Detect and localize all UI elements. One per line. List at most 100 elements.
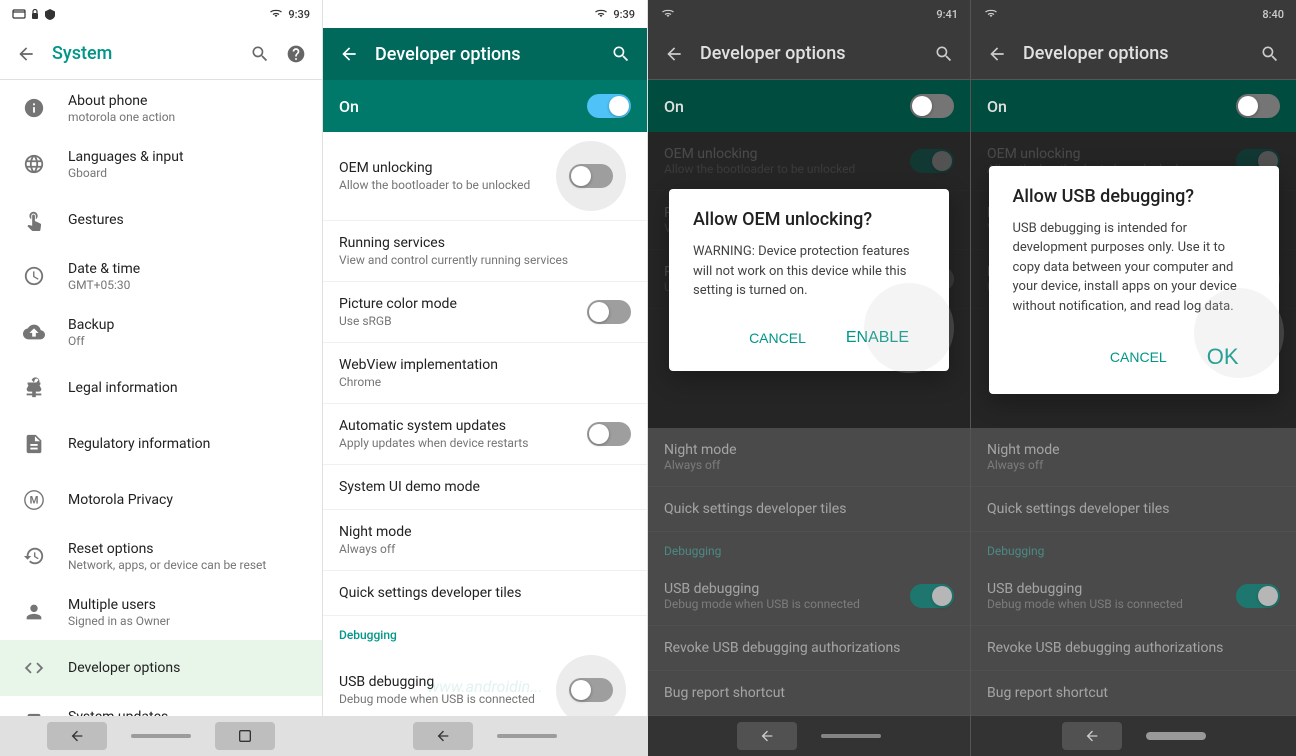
sidebar-item-backup[interactable]: Backup Off xyxy=(0,304,322,360)
below-dialog-3: Night mode Always off Quick settings dev… xyxy=(648,428,970,716)
night-title-3: Night mode xyxy=(664,442,954,458)
developer-toggle-4[interactable] xyxy=(1236,94,1280,118)
webview-subtitle-2: Chrome xyxy=(339,375,631,389)
settings-bg-4: OEM unlocking Allow the bootloader to be… xyxy=(971,132,1296,428)
nav-back-3[interactable] xyxy=(737,722,797,750)
nav-back-1[interactable] xyxy=(47,722,107,750)
setting-text-ui-demo-2: System UI demo mode xyxy=(339,479,631,495)
dialog-cancel-3[interactable]: Cancel xyxy=(733,321,822,355)
search-button-3[interactable] xyxy=(926,36,962,72)
debug-label-4: Debugging xyxy=(987,544,1044,558)
nav-back-2[interactable] xyxy=(413,722,473,750)
nav-home-3[interactable] xyxy=(821,734,881,738)
help-button-1[interactable] xyxy=(278,36,314,72)
dialog-title-3: Allow OEM unlocking? xyxy=(693,209,925,230)
dialog-cancel-4[interactable]: Cancel xyxy=(1094,336,1183,378)
reset-subtitle: Network, apps, or device can be reset xyxy=(68,558,306,572)
app-bar-title-3: Developer options xyxy=(700,43,926,64)
dialog-ok-4[interactable]: OK xyxy=(1191,336,1255,378)
usb-4: USB debugging Debug mode when USB is con… xyxy=(971,567,1296,626)
night-subtitle-3: Always off xyxy=(664,458,954,472)
back-button-2[interactable] xyxy=(331,36,367,72)
nav-back-4[interactable] xyxy=(1062,722,1122,750)
sidebar-item-text-regulatory: Regulatory information xyxy=(68,436,306,452)
usb-subtitle-4: Debug mode when USB is connected xyxy=(987,597,1236,611)
sidebar-item-languages[interactable]: Languages & input Gboard xyxy=(0,136,322,192)
settings-bg-3: OEM unlocking Allow the bootloader to be… xyxy=(648,132,970,428)
setting-ui-demo-2[interactable]: System UI demo mode xyxy=(323,465,647,510)
search-button-4[interactable] xyxy=(1252,36,1288,72)
usb-toggle-2[interactable] xyxy=(569,678,613,702)
sidebar-item-legal[interactable]: Legal information xyxy=(0,360,322,416)
sidebar-item-motorola-privacy[interactable]: M Motorola Privacy xyxy=(0,472,322,528)
revoke-4: Revoke USB debugging authorizations xyxy=(971,626,1296,671)
below-dialog-4: Night mode Always off Quick settings dev… xyxy=(971,428,1296,716)
dialog-actions-4: Cancel OK xyxy=(1013,336,1255,378)
sidebar-item-text-reset: Reset options Network, apps, or device c… xyxy=(68,541,306,572)
panel-system: 9:39 System About phone motorola one act… xyxy=(0,0,323,756)
setting-usb-2[interactable]: USB debugging Debug mode when USB is con… xyxy=(323,646,647,716)
dialog-enable-3[interactable]: Enable xyxy=(830,321,925,355)
developer-toggle-3[interactable] xyxy=(910,94,954,118)
sidebar-item-text-backup: Backup Off xyxy=(68,317,306,348)
setting-picture-2[interactable]: Picture color mode Use sRGB xyxy=(323,282,647,343)
sidebar-item-datetime[interactable]: Date & time GMT+05:30 xyxy=(0,248,322,304)
qs-3: Quick settings developer tiles xyxy=(648,487,970,532)
setting-running-2[interactable]: Running services View and control curren… xyxy=(323,221,647,282)
toggle-container-usb-2 xyxy=(551,660,631,716)
languages-title: Languages & input xyxy=(68,149,306,165)
setting-auto-updates-2[interactable]: Automatic system updates Apply updates w… xyxy=(323,404,647,465)
legal-icon xyxy=(16,370,52,406)
search-button-2[interactable] xyxy=(603,36,639,72)
app-bar-4: Developer options xyxy=(971,28,1296,80)
nav-home-2[interactable] xyxy=(497,734,557,738)
back-button-4[interactable] xyxy=(979,36,1015,72)
setting-qs-tiles-2[interactable]: Quick settings developer tiles xyxy=(323,571,647,616)
sidebar-item-regulatory[interactable]: Regulatory information xyxy=(0,416,322,472)
sidebar-item-text-gestures: Gestures xyxy=(68,212,306,228)
picture-toggle-2[interactable] xyxy=(587,300,631,324)
sidebar-item-reset[interactable]: Reset options Network, apps, or device c… xyxy=(0,528,322,584)
setting-webview-2[interactable]: WebView implementation Chrome xyxy=(323,343,647,404)
auto-updates-subtitle-2: Apply updates when device restarts xyxy=(339,436,587,450)
usb-toggle-4[interactable] xyxy=(1236,584,1280,608)
sidebar-item-developer[interactable]: Developer options xyxy=(0,640,322,696)
sidebar-item-about[interactable]: About phone motorola one action xyxy=(0,80,322,136)
reset-title: Reset options xyxy=(68,541,306,557)
status-left-4 xyxy=(983,8,999,20)
sidebar-item-text-developer: Developer options xyxy=(68,660,306,676)
usb-toggle-3[interactable] xyxy=(910,584,954,608)
night-subtitle-2: Always off xyxy=(339,542,631,556)
shield-icon xyxy=(44,8,56,20)
sidebar-item-users[interactable]: Multiple users Signed in as Owner xyxy=(0,584,322,640)
status-bar-right-1: 9:39 xyxy=(268,8,310,21)
sidebar-content-1: About phone motorola one action Language… xyxy=(0,80,322,716)
backup-title: Backup xyxy=(68,317,306,333)
dialog-body-3: WARNING: Device protection features will… xyxy=(693,242,925,301)
nav-home-4[interactable] xyxy=(1146,732,1206,740)
usb-dialog: Allow USB debugging? USB debugging is in… xyxy=(989,166,1279,395)
nav-recent-1[interactable] xyxy=(215,722,275,750)
revoke-title-4: Revoke USB debugging authorizations xyxy=(987,640,1223,656)
sidebar-item-gestures[interactable]: Gestures xyxy=(0,192,322,248)
oem-toggle-2[interactable] xyxy=(569,164,613,188)
app-bar-2: Developer options xyxy=(323,28,647,80)
gestures-icon xyxy=(16,202,52,238)
developer-header-4: On xyxy=(971,80,1296,132)
sidebar-item-system-updates[interactable]: System updates Updated to Android 9 xyxy=(0,696,322,716)
developer-header-3: On xyxy=(648,80,970,132)
setting-text-qs-2: Quick settings developer tiles xyxy=(339,585,631,601)
back-button-1[interactable] xyxy=(8,36,44,72)
system-updates-title: System updates xyxy=(68,709,306,717)
motorola-title: Motorola Privacy xyxy=(68,492,306,508)
developer-toggle-2[interactable] xyxy=(587,94,631,118)
auto-updates-toggle-2[interactable] xyxy=(587,422,631,446)
setting-night-mode-2[interactable]: Night mode Always off xyxy=(323,510,647,571)
regulatory-icon xyxy=(16,426,52,462)
motorola-icon: M xyxy=(16,482,52,518)
about-subtitle: motorola one action xyxy=(68,110,306,124)
search-button-1[interactable] xyxy=(242,36,278,72)
nav-home-1[interactable] xyxy=(131,734,191,738)
back-button-3[interactable] xyxy=(656,36,692,72)
setting-oem-unlocking-2[interactable]: OEM unlocking Allow the bootloader to be… xyxy=(323,132,647,221)
